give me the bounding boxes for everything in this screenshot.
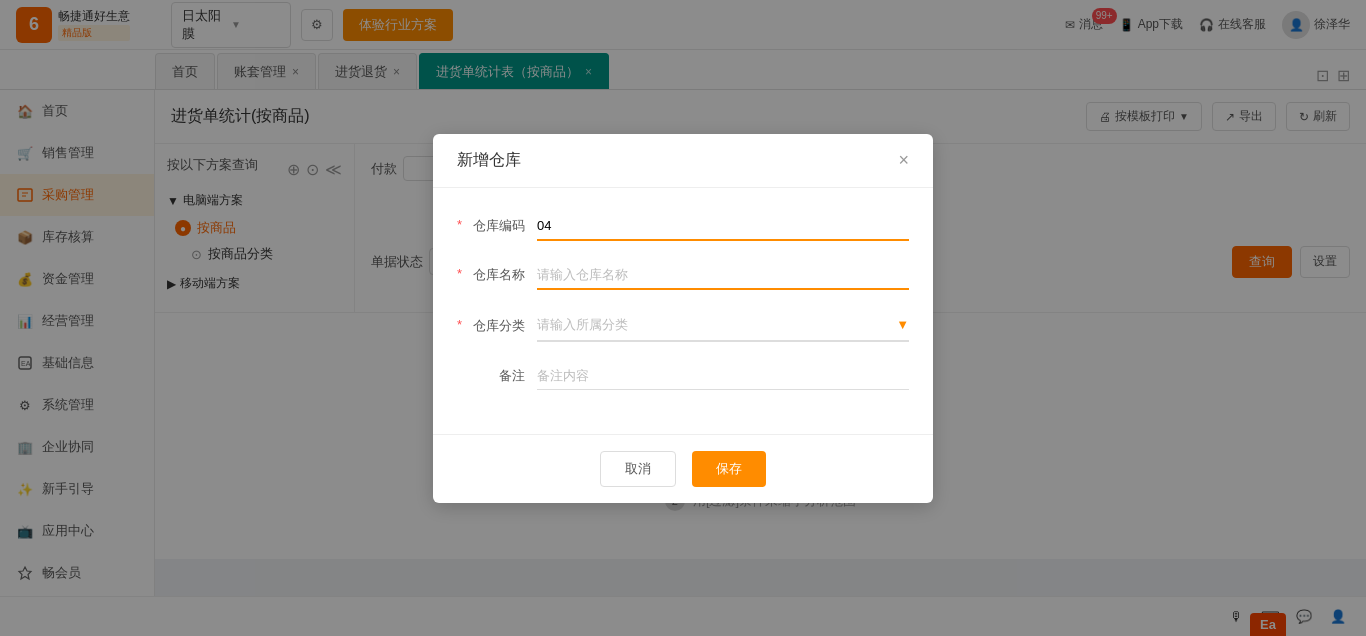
chevron-down-icon: ▼ — [896, 317, 909, 332]
form-row-name: 仓库名称 — [457, 261, 909, 290]
new-warehouse-modal: 新增仓库 × 仓库编码 仓库名称 仓库分类 请输入所属分类 ▼ — [433, 134, 933, 503]
save-button[interactable]: 保存 — [692, 451, 766, 487]
remark-input[interactable] — [537, 362, 909, 390]
category-label: 仓库分类 — [457, 317, 537, 335]
modal-header: 新增仓库 × — [433, 134, 933, 188]
cancel-button[interactable]: 取消 — [600, 451, 676, 487]
remark-label: 备注 — [457, 367, 537, 385]
name-label: 仓库名称 — [457, 266, 537, 284]
modal-close-icon[interactable]: × — [898, 151, 909, 169]
form-row-code: 仓库编码 — [457, 212, 909, 241]
modal-title: 新增仓库 — [457, 150, 521, 171]
modal-overlay[interactable]: 新增仓库 × 仓库编码 仓库名称 仓库分类 请输入所属分类 ▼ — [0, 0, 1366, 636]
modal-body: 仓库编码 仓库名称 仓库分类 请输入所属分类 ▼ 备注 — [433, 188, 933, 434]
code-label: 仓库编码 — [457, 217, 537, 235]
form-row-category: 仓库分类 请输入所属分类 ▼ — [457, 310, 909, 342]
name-input[interactable] — [537, 261, 909, 290]
form-row-remark: 备注 — [457, 362, 909, 390]
category-select[interactable]: 请输入所属分类 ▼ — [537, 310, 909, 342]
modal-footer: 取消 保存 — [433, 434, 933, 503]
code-input[interactable] — [537, 212, 909, 241]
